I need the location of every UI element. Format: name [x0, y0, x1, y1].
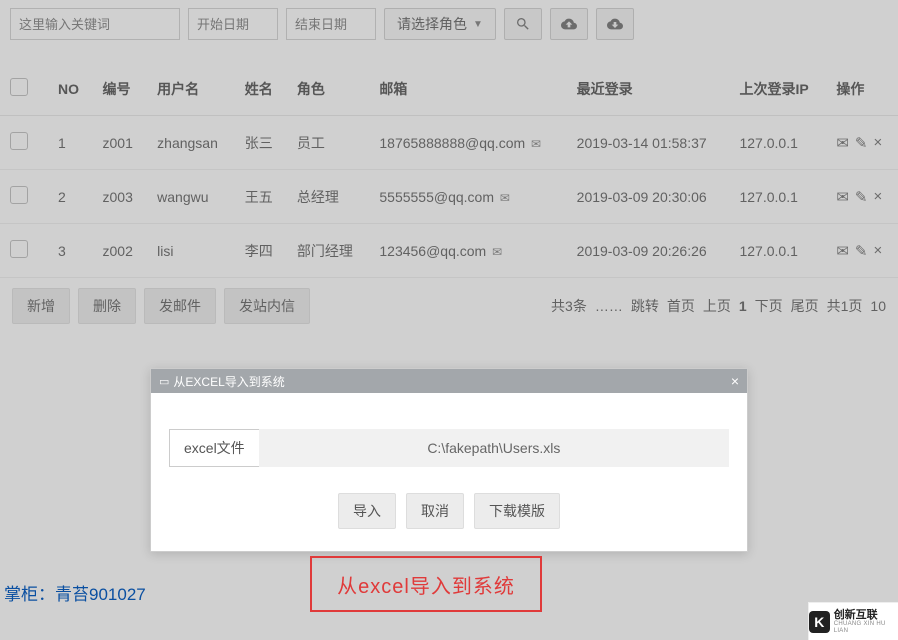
modal-title: 从EXCEL导入到系统 — [173, 373, 284, 390]
author-note: 掌柜：青苔901027 — [4, 580, 146, 605]
window-icon: ▭ — [159, 375, 169, 388]
download-template-button[interactable]: 下载模版 — [474, 493, 560, 529]
import-button[interactable]: 导入 — [338, 493, 396, 529]
brand-name: 创新互联 — [834, 609, 898, 621]
brand-logo: K 创新互联 CHUANG XIN HU LIAN — [808, 602, 898, 640]
file-row: excel文件 C:\fakepath\Users.xls — [169, 429, 729, 467]
brand-mark-icon: K — [809, 611, 830, 633]
annotation-text: 从excel导入到系统 — [337, 570, 515, 599]
import-modal: ▭ 从EXCEL导入到系统 × excel文件 C:\fakepath\User… — [150, 368, 748, 552]
close-icon[interactable]: × — [731, 373, 739, 389]
cancel-button[interactable]: 取消 — [406, 493, 464, 529]
brand-sub: CHUANG XIN HU LIAN — [834, 621, 898, 634]
file-label-button[interactable]: excel文件 — [169, 429, 259, 467]
annotation-box: 从excel导入到系统 — [310, 556, 542, 612]
file-path-display: C:\fakepath\Users.xls — [259, 429, 729, 467]
modal-header: ▭ 从EXCEL导入到系统 × — [151, 369, 747, 393]
